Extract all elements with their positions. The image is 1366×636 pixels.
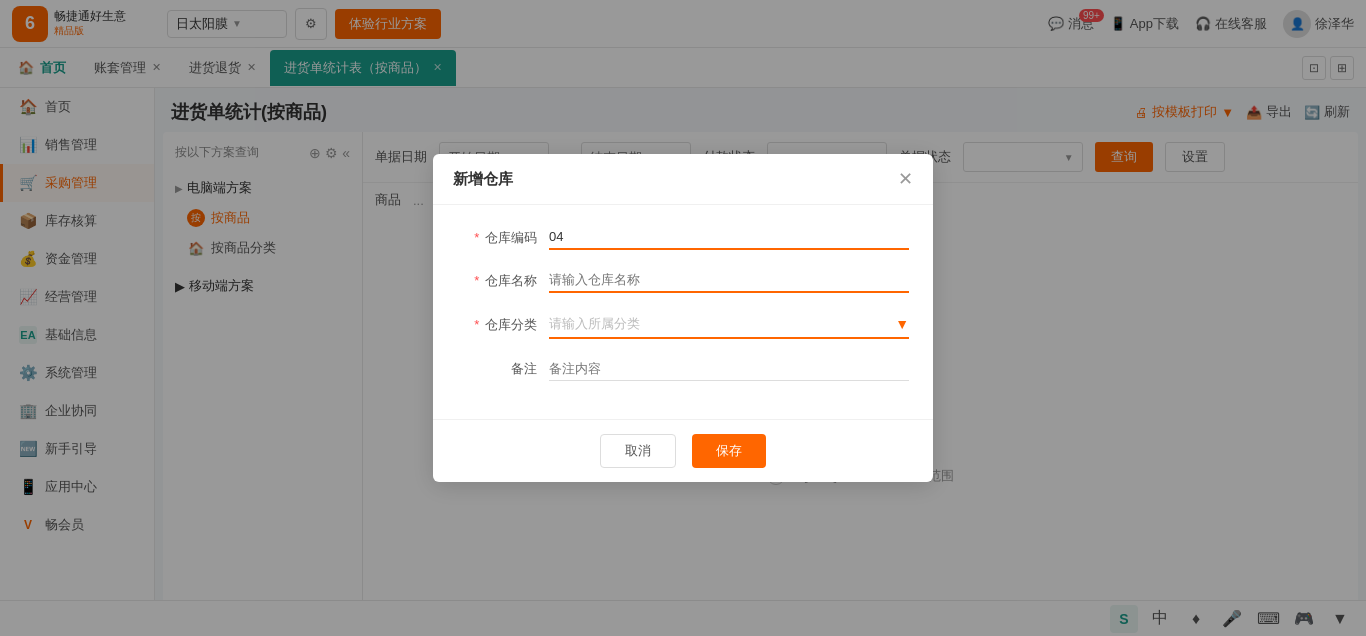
modal-overlay: 新增仓库 ✕ * 仓库编码 * 仓库名称 [0, 0, 1366, 636]
remark-label: 备注 [457, 360, 537, 378]
dialog-header: 新增仓库 ✕ [433, 154, 933, 205]
name-required-mark: * [474, 273, 479, 288]
dialog-body: * 仓库编码 * 仓库名称 * 仓库分类 请输入所属 [433, 205, 933, 419]
cancel-button[interactable]: 取消 [600, 434, 676, 468]
name-label: * 仓库名称 [457, 272, 537, 290]
form-row-code: * 仓库编码 [457, 225, 909, 250]
category-required-mark: * [474, 317, 479, 332]
dialog-title: 新增仓库 [453, 170, 513, 189]
code-label: * 仓库编码 [457, 229, 537, 247]
category-label: * 仓库分类 [457, 316, 537, 334]
save-button[interactable]: 保存 [692, 434, 766, 468]
form-row-category: * 仓库分类 请输入所属分类 ▼ [457, 311, 909, 339]
code-required-mark: * [474, 230, 479, 245]
form-row-name: * 仓库名称 [457, 268, 909, 293]
remark-input[interactable] [549, 357, 909, 381]
name-input[interactable] [549, 268, 909, 293]
add-warehouse-dialog: 新增仓库 ✕ * 仓库编码 * 仓库名称 [433, 154, 933, 482]
form-row-remark: 备注 [457, 357, 909, 381]
category-placeholder: 请输入所属分类 [549, 315, 640, 333]
code-input[interactable] [549, 225, 909, 250]
dialog-close-icon[interactable]: ✕ [898, 168, 913, 190]
category-dropdown-icon: ▼ [895, 316, 909, 332]
dialog-footer: 取消 保存 [433, 419, 933, 482]
category-select[interactable]: 请输入所属分类 ▼ [549, 311, 909, 339]
